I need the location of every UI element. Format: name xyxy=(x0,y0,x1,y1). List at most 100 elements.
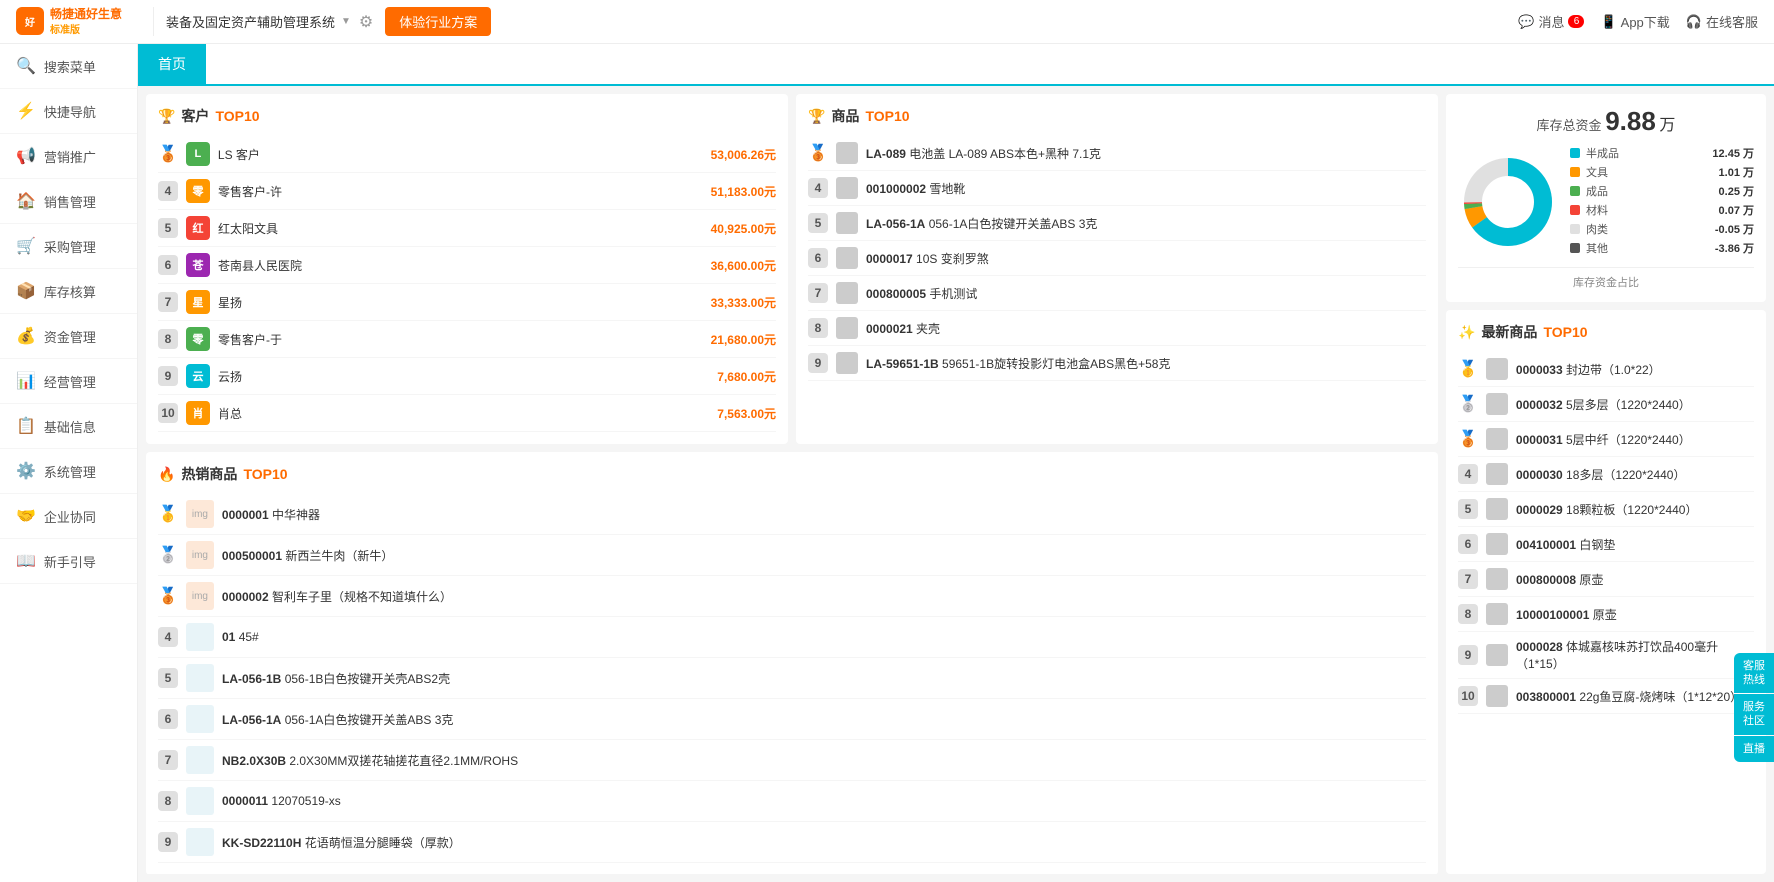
sidebar-item-label: 资金管理 xyxy=(44,327,96,346)
book-icon: 📖 xyxy=(16,551,36,571)
hot-product-item: 5 LA-056-1B 056-1B白色按键开关壳ABS2壳 xyxy=(158,658,1426,699)
new-product-item: 4 0000030 18多层（1220*2440） xyxy=(1458,457,1754,492)
rank-item: 🥉 LA-089 电池盖 LA-089 ABS本色+黑种 7.1克 xyxy=(808,136,1426,171)
product-icon xyxy=(1486,393,1508,415)
inventory-total: 库存总资金 9.88 万 xyxy=(1458,106,1754,137)
message-badge: 6 xyxy=(1568,15,1584,28)
sidebar-item-finance[interactable]: 💰 资金管理 xyxy=(0,314,137,359)
sidebar-item-marketing[interactable]: 📢 营销推广 xyxy=(0,134,137,179)
legend-item: 成品 0.25 万 xyxy=(1570,183,1754,199)
logo-icon: 好 xyxy=(16,7,44,35)
rank-number: 4 xyxy=(808,178,828,198)
app-download-item[interactable]: 📱 App下载 xyxy=(1600,12,1669,31)
product-name: KK-SD22110H 花语萌恒温分腿睡袋（厚款） xyxy=(222,834,1426,851)
home-icon: 🏠 xyxy=(16,191,36,211)
legend-item: 其他 -3.86 万 xyxy=(1570,240,1754,256)
sidebar-item-sales[interactable]: 🏠 销售管理 xyxy=(0,179,137,224)
medal-icon: 🥉 xyxy=(158,144,178,164)
product-thumbnail xyxy=(186,828,214,856)
rank-item: 5 红 红太阳文具 40,925.00元 xyxy=(158,210,776,247)
top-section: 🏆 客户TOP10 🥉 L LS 客户 53,006.26元 4 xyxy=(146,94,1438,444)
rank-item: 7 000800005 手机测试 xyxy=(808,276,1426,311)
hot-products-card: 🔥 热销商品 TOP10 🥇 img 0000001 中华神器 🥈 img 00 xyxy=(146,452,1438,874)
client-badge: 肖 xyxy=(186,401,210,425)
gear-icon[interactable]: ⚙ xyxy=(359,12,373,32)
products-rank-list: 🥉 LA-089 电池盖 LA-089 ABS本色+黑种 7.1克 4 0010… xyxy=(808,136,1426,381)
handshake-icon: 🤝 xyxy=(16,506,36,526)
rank-number: 7 xyxy=(1458,569,1478,589)
legend-name: 成品 xyxy=(1586,183,1713,199)
message-icon: 💬 xyxy=(1518,14,1534,30)
sidebar-item-purchase[interactable]: 🛒 采购管理 xyxy=(0,224,137,269)
product-name: 0000033 封边带（1.0*22） xyxy=(1516,361,1754,378)
sidebar-item-quicknav[interactable]: ⚡ 快捷导航 xyxy=(0,89,137,134)
sidebar-item-label: 销售管理 xyxy=(44,192,96,211)
client-value: 53,006.26元 xyxy=(711,146,776,163)
rank-number: 9 xyxy=(158,366,178,386)
rank-item: 7 星 星扬 33,333.00元 xyxy=(158,284,776,321)
main-layout: 🔍 搜索菜单 ⚡ 快捷导航 📢 营销推广 🏠 销售管理 🛒 采购管理 📦 库存核… xyxy=(0,44,1774,882)
online-service-label: 在线客服 xyxy=(1706,12,1758,31)
product-icon xyxy=(1486,568,1508,590)
legend-color xyxy=(1570,243,1580,253)
legend-item: 肉类 -0.05 万 xyxy=(1570,221,1754,237)
trial-button[interactable]: 体验行业方案 xyxy=(385,7,491,36)
hot-products-title: 🔥 热销商品 TOP10 xyxy=(158,464,1426,484)
hot-product-item: 9 KK-SD22110H 花语萌恒温分腿睡袋（厚款） xyxy=(158,822,1426,863)
product-name: 0000011 12070519-xs xyxy=(222,794,1426,808)
product-icon xyxy=(836,247,858,269)
silver-medal-icon: 🥈 xyxy=(158,545,178,565)
product-name: 10000100001 原壶 xyxy=(1516,606,1754,623)
tab-home[interactable]: 首页 xyxy=(138,44,206,84)
rank-number: 8 xyxy=(158,791,178,811)
rank-number: 4 xyxy=(1458,464,1478,484)
legend-item: 半成品 12.45 万 xyxy=(1570,145,1754,161)
product-name: 000800008 原壶 xyxy=(1516,571,1754,588)
sidebar-item-collab[interactable]: 🤝 企业协同 xyxy=(0,494,137,539)
service-community-button[interactable]: 服务社区 xyxy=(1734,694,1774,735)
product-icon xyxy=(1486,463,1508,485)
product-name: 004100001 白钢垫 xyxy=(1516,536,1754,553)
rank-number: 5 xyxy=(158,668,178,688)
sidebar-item-basic[interactable]: 📋 基础信息 xyxy=(0,404,137,449)
rank-number: 5 xyxy=(1458,499,1478,519)
product-icon xyxy=(836,282,858,304)
product-icon xyxy=(836,212,858,234)
gold-medal-icon: 🥇 xyxy=(1458,359,1478,379)
product-name: 0000001 中华神器 xyxy=(222,506,1426,523)
customer-hotline-button[interactable]: 客服热线 xyxy=(1734,653,1774,694)
clients-title-text: 客户 xyxy=(181,106,209,126)
rank-number: 4 xyxy=(158,181,178,201)
products-top10-card: 🏆 商品TOP10 🥉 LA-089 电池盖 LA-089 ABS本色+黑种 7… xyxy=(796,94,1438,444)
float-service: 客服热线 服务社区 直播 xyxy=(1734,653,1774,762)
system-name: 装备及固定资产辅助管理系统 xyxy=(166,12,335,31)
rank-number: 7 xyxy=(158,750,178,770)
new-products-card: ✨ 最新商品 TOP10 🥇 0000033 封边带（1.0*22） 🥈 00 xyxy=(1446,310,1766,874)
new-icon: ✨ xyxy=(1458,324,1475,341)
product-name: 0000028 体城嘉核味苏打饮品400毫升（1*15） xyxy=(1516,638,1754,672)
settings-icon: ⚙️ xyxy=(16,461,36,481)
rank-number: 5 xyxy=(808,213,828,233)
rank-number: 8 xyxy=(1458,604,1478,624)
products-title-text: 商品 xyxy=(831,106,859,126)
page-content: 🏆 客户TOP10 🥉 L LS 客户 53,006.26元 4 xyxy=(138,86,1774,882)
live-stream-button[interactable]: 直播 xyxy=(1734,736,1774,762)
sidebar-item-guide[interactable]: 📖 新手引导 xyxy=(0,539,137,584)
product-name: LA-59651-1B 59651-1B旋转投影灯电池盒ABS黑色+58克 xyxy=(866,355,1426,372)
bronze-medal-icon: 🥉 xyxy=(158,586,178,606)
client-badge: 星 xyxy=(186,290,210,314)
sidebar-item-inventory[interactable]: 📦 库存核算 xyxy=(0,269,137,314)
sidebar-item-system[interactable]: ⚙️ 系统管理 xyxy=(0,449,137,494)
system-selector[interactable]: 装备及固定资产辅助管理系统 ▼ xyxy=(166,12,351,31)
sidebar-item-label: 库存核算 xyxy=(44,282,96,301)
sidebar-item-search[interactable]: 🔍 搜索菜单 xyxy=(0,44,137,89)
product-name: 0000031 5层中纤（1220*2440） xyxy=(1516,431,1754,448)
client-value: 7,563.00元 xyxy=(717,405,776,422)
message-item[interactable]: 💬 消息 6 xyxy=(1518,12,1584,31)
inventory-card: 库存总资金 9.88 万 xyxy=(1446,94,1766,302)
sidebar-item-management[interactable]: 📊 经营管理 xyxy=(0,359,137,404)
product-name: LA-089 电池盖 LA-089 ABS本色+黑种 7.1克 xyxy=(866,145,1426,162)
online-service-item[interactable]: 🎧 在线客服 xyxy=(1686,12,1758,31)
rank-number: 10 xyxy=(158,403,178,423)
rank-number: 6 xyxy=(808,248,828,268)
